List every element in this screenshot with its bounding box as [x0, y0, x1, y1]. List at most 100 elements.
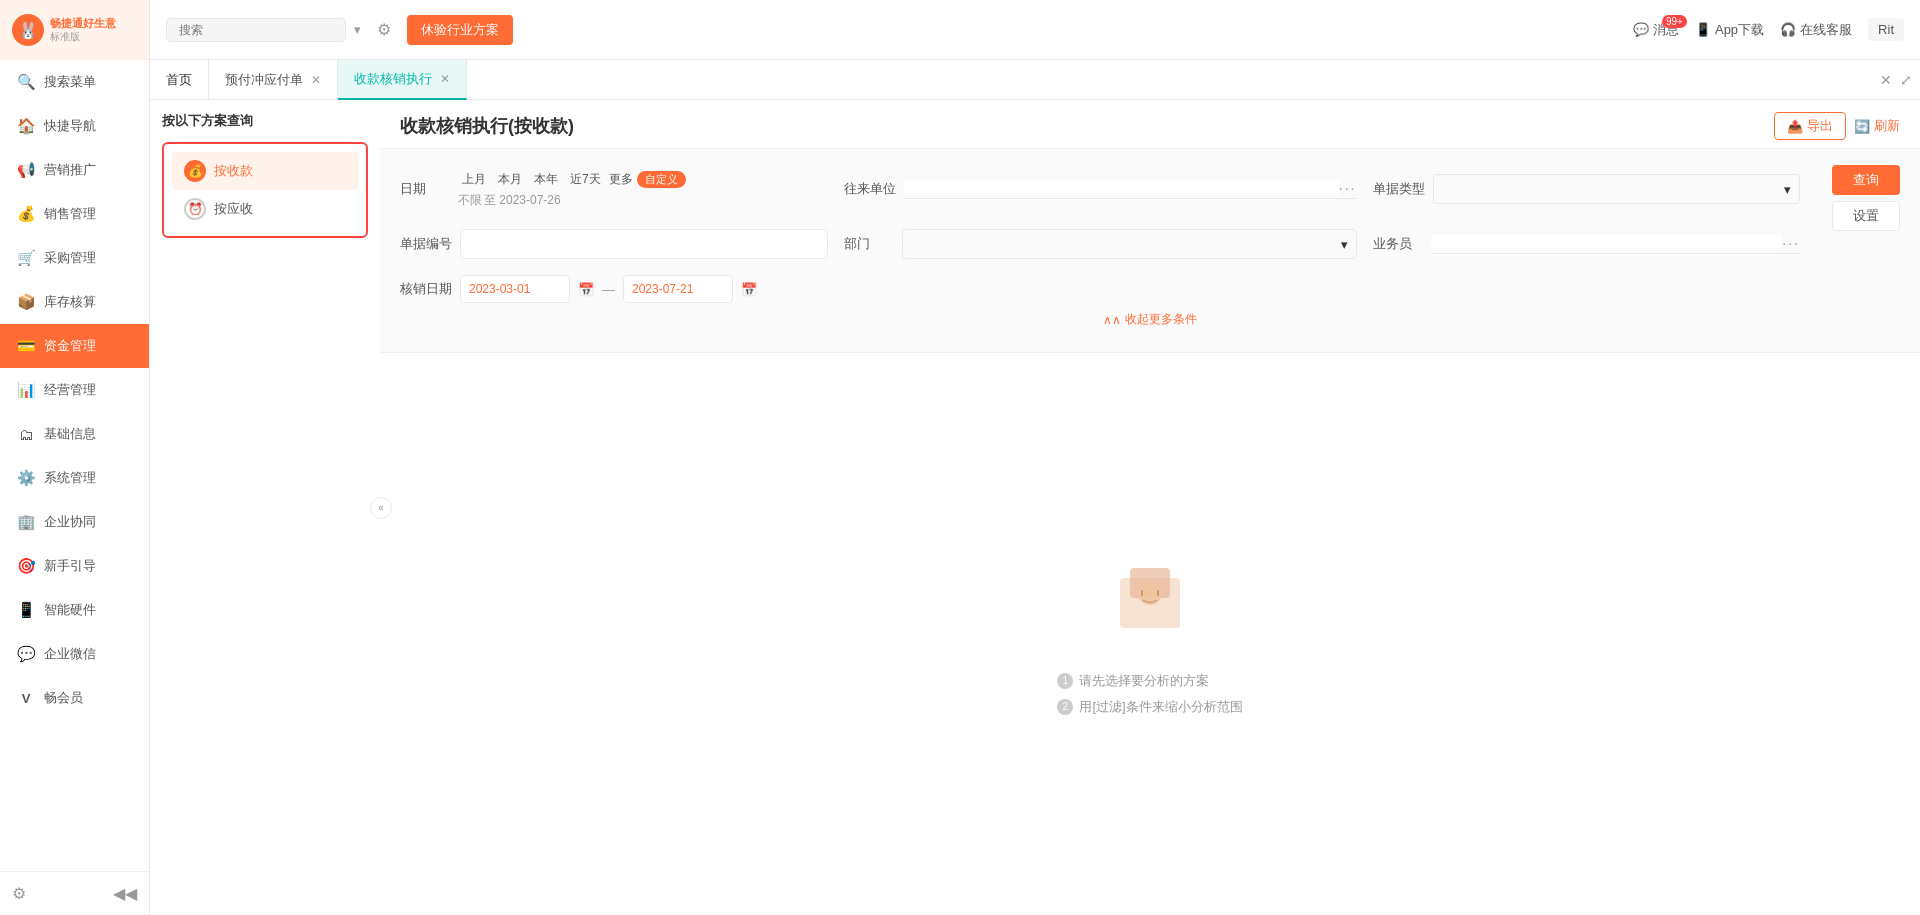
export-icon: 📤	[1787, 119, 1803, 134]
tab-verify[interactable]: 收款核销执行 ✕	[338, 60, 467, 100]
sidebar-bottom: ⚙ ◀◀	[0, 871, 149, 915]
sidebar-item-marketing[interactable]: 📢 营销推广	[0, 148, 149, 192]
tab-close-all-icon[interactable]: ✕	[1880, 72, 1892, 88]
staff-more-icon[interactable]: ···	[1782, 235, 1800, 251]
page-actions: 📤 导出 🔄 刷新	[1774, 112, 1900, 140]
content-area: 按以下方案查询 💰 按收款 ⏰ 按应收 « 收款核销执行(按收款)	[150, 100, 1920, 915]
guide-icon: 🎯	[16, 556, 36, 576]
receipt-icon: 💰	[184, 160, 206, 182]
page-title: 收款核销执行(按收款)	[400, 114, 574, 138]
sidebar-settings-icon[interactable]: ⚙	[12, 884, 26, 903]
dept-select[interactable]: ▾	[902, 229, 1357, 259]
date-shortcut-this-year[interactable]: 本年	[530, 169, 562, 190]
tab-expand-icon[interactable]: ⤢	[1900, 72, 1912, 88]
sidebar-collapse-icon[interactable]: ◀◀	[113, 884, 137, 903]
sidebar-item-inventory[interactable]: 📦 库存核算	[0, 280, 149, 324]
counterpart-more-icon[interactable]: ···	[1339, 180, 1357, 196]
bill-no-input[interactable]	[460, 229, 828, 259]
sidebar-item-search[interactable]: 🔍 搜索菜单	[0, 60, 149, 104]
sidebar-item-label: 采购管理	[44, 249, 96, 267]
service-icon: 🎧	[1780, 22, 1796, 37]
counterpart-field: 往来单位 ···	[844, 176, 1357, 203]
user-profile[interactable]: Rit	[1868, 18, 1904, 41]
staff-input[interactable]	[1431, 235, 1783, 250]
sidebar-item-system[interactable]: ⚙️ 系统管理	[0, 456, 149, 500]
sidebar-item-hardware[interactable]: 📱 智能硬件	[0, 588, 149, 632]
sales-icon: 💰	[16, 204, 36, 224]
message-button[interactable]: 💬 消息 99+	[1633, 21, 1679, 39]
sidebar-item-operation[interactable]: 📊 经营管理	[0, 368, 149, 412]
tip-text-1: 请先选择要分析的方案	[1079, 668, 1209, 694]
bill-no-field: 单据编号	[400, 225, 828, 263]
tab-actions: ✕ ⤢	[1872, 72, 1920, 88]
date-custom-badge[interactable]: 自定义	[637, 171, 686, 188]
service-label: 在线客服	[1800, 21, 1852, 39]
bill-type-dropdown-icon: ▾	[1784, 182, 1791, 197]
sidebar-item-purchase[interactable]: 🛒 采购管理	[0, 236, 149, 280]
query-row-2: 单据编号 部门 ▾ 业务员	[400, 225, 1800, 263]
sidebar-item-label: 畅会员	[44, 689, 83, 707]
sidebar-item-corp[interactable]: 🏢 企业协同	[0, 500, 149, 544]
dept-label: 部门	[844, 235, 894, 253]
solution-button[interactable]: 休验行业方案	[407, 15, 513, 45]
collapse-more-button[interactable]: ∧∧ 收起更多条件	[400, 303, 1900, 336]
sidebar-item-label: 基础信息	[44, 425, 96, 443]
tab-prepay[interactable]: 预付冲应付单 ✕	[209, 60, 338, 100]
sidebar: 🐰 畅捷通好生意 标准版 🔍 搜索菜单 🏠 快捷导航 📢 营销推广 💰 销售管理…	[0, 0, 150, 915]
sidebar-item-label: 资金管理	[44, 337, 96, 355]
tab-bar: 首页 预付冲应付单 ✕ 收款核销执行 ✕ ✕ ⤢	[150, 60, 1920, 100]
corp-icon: 🏢	[16, 512, 36, 532]
tab-prepay-close-icon[interactable]: ✕	[311, 73, 321, 87]
export-button[interactable]: 📤 导出	[1774, 112, 1846, 140]
sidebar-item-wechat[interactable]: 💬 企业微信	[0, 632, 149, 676]
verify-date-label: 核销日期	[400, 280, 452, 298]
filter-options: 💰 按收款 ⏰ 按应收	[162, 142, 368, 238]
filter-by-receivable[interactable]: ⏰ 按应收	[172, 190, 358, 228]
verify-date-start-input[interactable]	[460, 275, 570, 303]
topbar-search-input[interactable]	[166, 18, 346, 42]
topbar: ▾ ⚙ 休验行业方案 💬 消息 99+ 📱 App下载 🎧 在线客服 Rit	[150, 0, 1920, 60]
bill-type-select[interactable]: ▾	[1433, 174, 1801, 204]
operation-icon: 📊	[16, 380, 36, 400]
query-button[interactable]: 查询	[1832, 165, 1900, 195]
topbar-arrow-icon[interactable]: ▾	[354, 22, 361, 37]
verify-cal-start-icon[interactable]: 📅	[578, 282, 594, 297]
service-button[interactable]: 🎧 在线客服	[1780, 21, 1852, 39]
sidebar-item-member[interactable]: V 畅会员	[0, 676, 149, 720]
bill-no-label: 单据编号	[400, 235, 452, 253]
sidebar-item-sales[interactable]: 💰 销售管理	[0, 192, 149, 236]
verify-date-end-input[interactable]	[623, 275, 733, 303]
settings-button[interactable]: 设置	[1832, 201, 1900, 231]
tab-verify-close-icon[interactable]: ✕	[440, 72, 450, 86]
app-download-button[interactable]: 📱 App下载	[1695, 21, 1764, 39]
date-shortcut-more[interactable]: 更多	[609, 171, 633, 188]
sidebar-item-label: 新手引导	[44, 557, 96, 575]
date-shortcut-7days[interactable]: 近7天	[566, 169, 605, 190]
sidebar-item-nav[interactable]: 🏠 快捷导航	[0, 104, 149, 148]
bill-type-field: 单据类型 ▾	[1373, 170, 1801, 208]
date-to-label: 至 2023-07-26	[484, 192, 561, 209]
filter-collapse-button[interactable]: «	[370, 497, 392, 519]
member-icon: V	[16, 688, 36, 708]
date-shortcut-last-month[interactable]: 上月	[458, 169, 490, 190]
app-label: App下载	[1715, 21, 1764, 39]
home-icon: 🏠	[16, 116, 36, 136]
logo-sub: 标准版	[50, 30, 116, 44]
sidebar-item-label: 智能硬件	[44, 601, 96, 619]
verify-cal-end-icon[interactable]: 📅	[741, 282, 757, 297]
counterpart-input[interactable]	[904, 180, 1339, 195]
dept-field: 部门 ▾	[844, 225, 1357, 263]
date-shortcuts: 上月 本月 本年 近7天 更多 自定义	[458, 169, 686, 190]
filter-panel: 按以下方案查询 💰 按收款 ⏰ 按应收 «	[150, 100, 380, 915]
tab-home[interactable]: 首页	[150, 60, 209, 100]
topbar-gear-icon[interactable]: ⚙	[377, 20, 391, 39]
sidebar-item-guide[interactable]: 🎯 新手引导	[0, 544, 149, 588]
sidebar-menu: 🔍 搜索菜单 🏠 快捷导航 📢 营销推广 💰 销售管理 🛒 采购管理 📦 库存核…	[0, 60, 149, 871]
refresh-button[interactable]: 🔄 刷新	[1854, 112, 1900, 140]
sidebar-item-finance[interactable]: 💳 资金管理	[0, 324, 149, 368]
marketing-icon: 📢	[16, 160, 36, 180]
filter-by-receipt[interactable]: 💰 按收款	[172, 152, 358, 190]
refresh-icon: 🔄	[1854, 119, 1870, 134]
date-shortcut-this-month[interactable]: 本月	[494, 169, 526, 190]
sidebar-item-basic[interactable]: 🗂 基础信息	[0, 412, 149, 456]
